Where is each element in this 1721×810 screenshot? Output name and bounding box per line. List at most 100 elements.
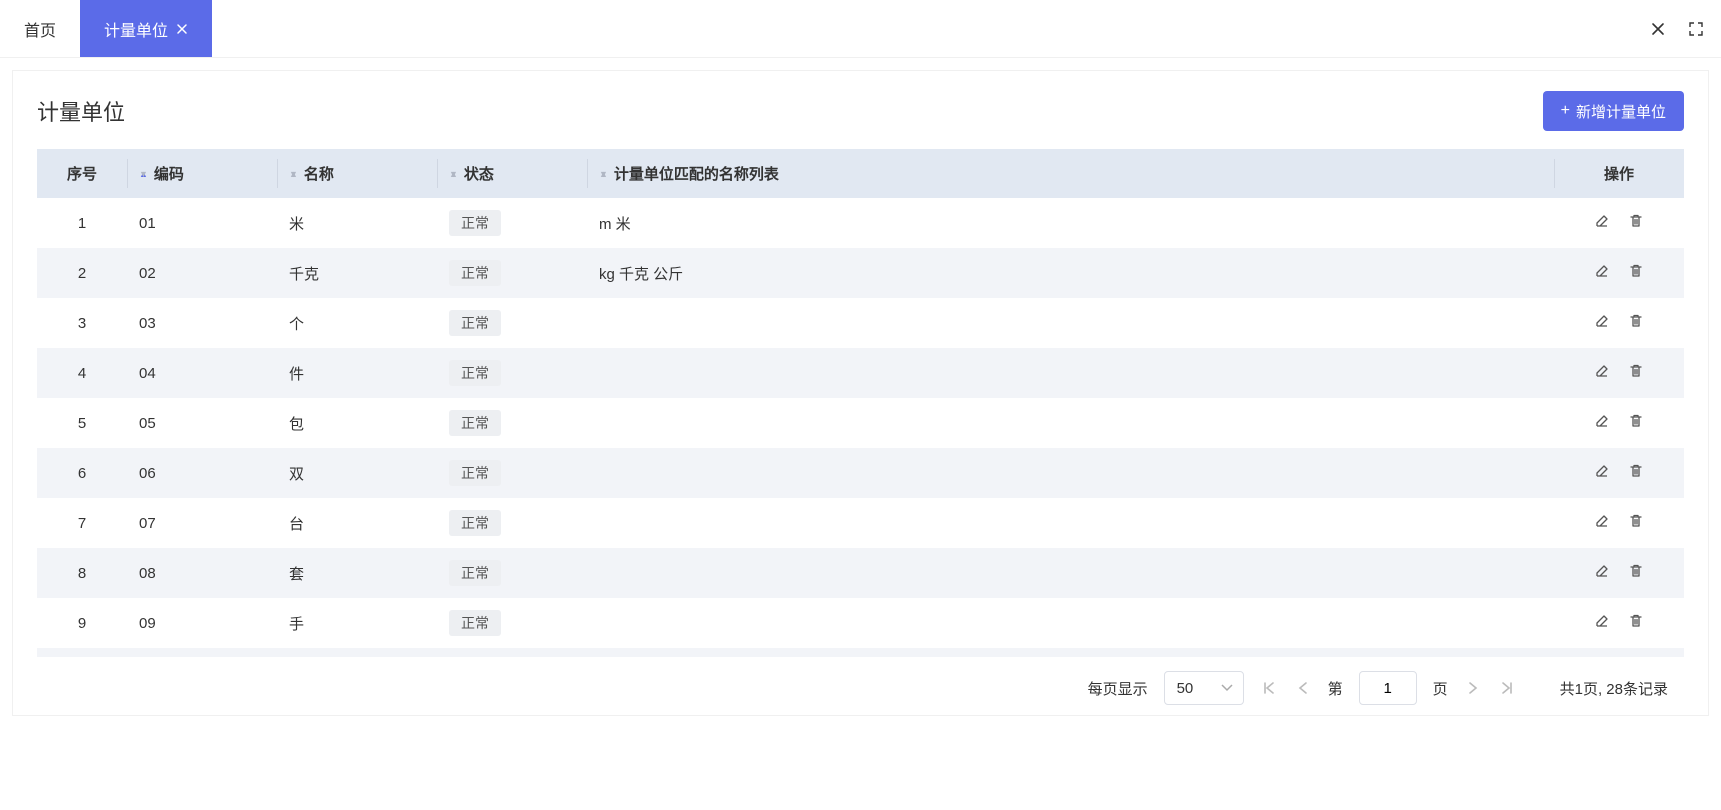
status-badge: 正常 [449, 460, 501, 486]
status-badge: 正常 [449, 260, 501, 286]
cell-match [587, 548, 1554, 598]
page-last-icon[interactable] [1498, 681, 1516, 695]
edit-icon[interactable] [1594, 463, 1610, 479]
th-name[interactable]: ▲▼ 名称 [277, 149, 437, 198]
tabs-fullscreen-icon[interactable] [1687, 20, 1705, 38]
edit-icon[interactable] [1594, 363, 1610, 379]
table-row: 1010条正常 [37, 648, 1684, 657]
cell-status: 正常 [437, 198, 587, 248]
page-title: 计量单位 [37, 95, 125, 127]
cell-seq: 8 [37, 548, 127, 598]
edit-icon[interactable] [1594, 563, 1610, 579]
cell-code: 10 [127, 648, 277, 657]
cell-seq: 3 [37, 298, 127, 348]
page-next-icon[interactable] [1464, 681, 1482, 695]
cell-status: 正常 [437, 448, 587, 498]
edit-icon[interactable] [1594, 413, 1610, 429]
edit-icon[interactable] [1594, 213, 1610, 229]
th-ops: 操作 [1554, 149, 1684, 198]
cell-name: 千克 [277, 248, 437, 298]
th-match[interactable]: ▲▼ 计量单位匹配的名称列表 [587, 149, 1554, 198]
status-badge: 正常 [449, 560, 501, 586]
th-status[interactable]: ▲▼ 状态 [437, 149, 587, 198]
table-row: 909手正常 [37, 598, 1684, 648]
cell-name: 套 [277, 548, 437, 598]
page-word-2: 页 [1433, 678, 1448, 699]
th-seq[interactable]: 序号 [37, 149, 127, 198]
cell-status: 正常 [437, 498, 587, 548]
cell-seq: 4 [37, 348, 127, 398]
edit-icon[interactable] [1594, 263, 1610, 279]
cell-status: 正常 [437, 598, 587, 648]
status-badge: 正常 [449, 510, 501, 536]
cell-name: 条 [277, 648, 437, 657]
delete-icon[interactable] [1628, 363, 1644, 379]
tab-home[interactable]: 首页 [0, 0, 80, 57]
tab-close-icon[interactable] [176, 23, 188, 35]
add-unit-label: 新增计量单位 [1576, 101, 1666, 122]
pagination: 每页显示 50 第 页 共1页, 28条记录 [13, 657, 1708, 715]
cell-code: 05 [127, 398, 277, 448]
status-badge: 正常 [449, 310, 501, 336]
cell-match [587, 348, 1554, 398]
add-unit-button[interactable]: + 新增计量单位 [1543, 91, 1684, 131]
tab-unit-label: 计量单位 [104, 17, 168, 41]
per-page-select[interactable]: 50 [1164, 671, 1244, 705]
page-prev-icon[interactable] [1294, 681, 1312, 695]
cell-match [587, 648, 1554, 657]
unit-table: 序号 ▲▼ 编码 ▲▼ 名称 [37, 149, 1684, 657]
status-badge: 正常 [449, 360, 501, 386]
delete-icon[interactable] [1628, 513, 1644, 529]
th-code[interactable]: ▲▼ 编码 [127, 149, 277, 198]
cell-code: 01 [127, 198, 277, 248]
status-badge: 正常 [449, 610, 501, 636]
cell-code: 03 [127, 298, 277, 348]
cell-seq: 2 [37, 248, 127, 298]
cell-match [587, 448, 1554, 498]
table-row: 303个正常 [37, 298, 1684, 348]
delete-icon[interactable] [1628, 263, 1644, 279]
status-badge: 正常 [449, 410, 501, 436]
cell-name: 个 [277, 298, 437, 348]
cell-code: 06 [127, 448, 277, 498]
cell-name: 件 [277, 348, 437, 398]
delete-icon[interactable] [1628, 213, 1644, 229]
cell-status: 正常 [437, 648, 587, 657]
cell-status: 正常 [437, 548, 587, 598]
tabs-bar: 首页 计量单位 [0, 0, 1721, 58]
tab-unit[interactable]: 计量单位 [80, 0, 212, 57]
cell-status: 正常 [437, 298, 587, 348]
delete-icon[interactable] [1628, 463, 1644, 479]
cell-status: 正常 [437, 398, 587, 448]
cell-seq: 10 [37, 648, 127, 657]
edit-icon[interactable] [1594, 313, 1610, 329]
tabs-close-all-icon[interactable] [1649, 20, 1667, 38]
cell-match [587, 598, 1554, 648]
table-row: 202千克正常 kg 千克 公斤 [37, 248, 1684, 298]
page-word-1: 第 [1328, 678, 1343, 699]
table-row: 404件正常 [37, 348, 1684, 398]
table-row: 606双正常 [37, 448, 1684, 498]
cell-name: 双 [277, 448, 437, 498]
page-input[interactable] [1359, 671, 1417, 705]
edit-icon[interactable] [1594, 513, 1610, 529]
delete-icon[interactable] [1628, 413, 1644, 429]
cell-name: 手 [277, 598, 437, 648]
edit-icon[interactable] [1594, 613, 1610, 629]
page-first-icon[interactable] [1260, 681, 1278, 695]
chevron-down-icon [1221, 684, 1233, 692]
cell-code: 07 [127, 498, 277, 548]
cell-seq: 1 [37, 198, 127, 248]
cell-match: m 米 [587, 198, 1554, 248]
cell-seq: 6 [37, 448, 127, 498]
cell-name: 台 [277, 498, 437, 548]
delete-icon[interactable] [1628, 563, 1644, 579]
delete-icon[interactable] [1628, 613, 1644, 629]
cell-match [587, 498, 1554, 548]
status-badge: 正常 [449, 210, 501, 236]
cell-match [587, 398, 1554, 448]
cell-match: kg 千克 公斤 [587, 248, 1554, 298]
delete-icon[interactable] [1628, 313, 1644, 329]
cell-code: 02 [127, 248, 277, 298]
cell-match [587, 298, 1554, 348]
